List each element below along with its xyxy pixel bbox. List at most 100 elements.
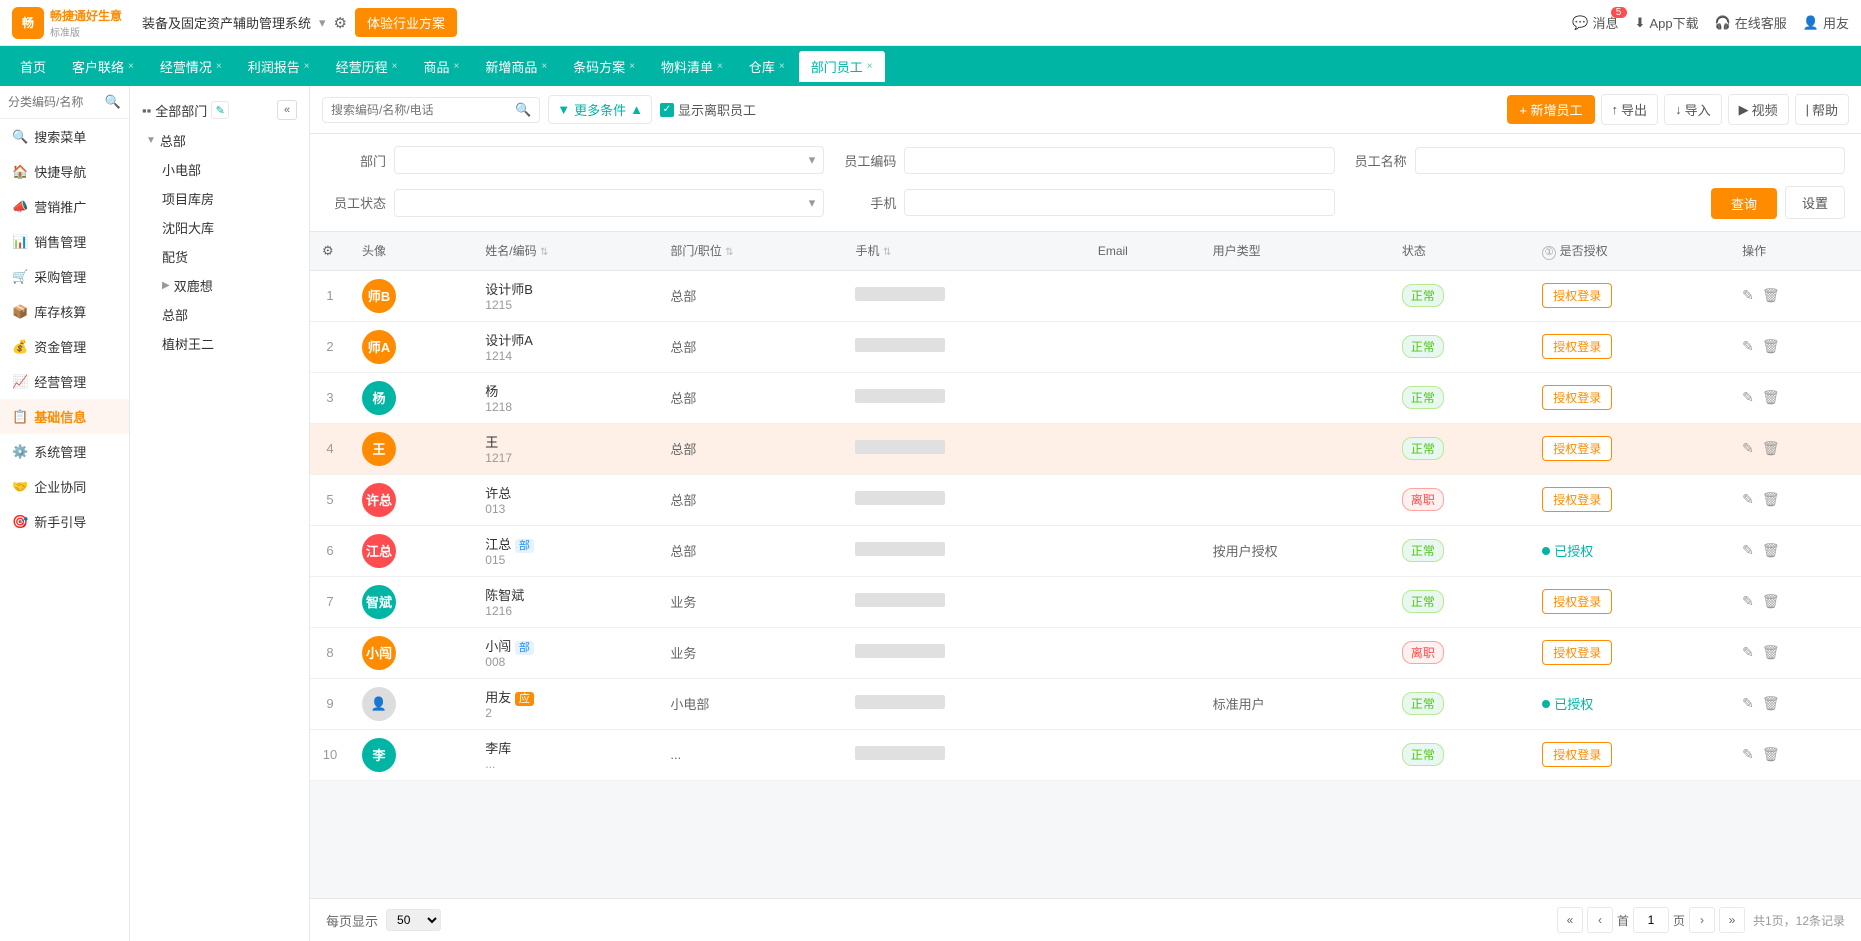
edit-icon[interactable]: ✎	[1742, 389, 1754, 406]
settings-icon[interactable]: ⚙	[322, 243, 334, 258]
edit-icon[interactable]: ✎	[1742, 542, 1754, 559]
sort-icon[interactable]: ⇅	[540, 247, 548, 258]
add-employee-button[interactable]: + 新增员工	[1507, 95, 1594, 124]
edit-icon[interactable]: ✎	[1742, 695, 1754, 712]
close-icon[interactable]: ×	[629, 61, 635, 72]
close-icon[interactable]: ×	[717, 61, 723, 72]
emp-code-input[interactable]	[904, 147, 1334, 174]
search-submit-icon[interactable]: 🔍	[515, 102, 531, 118]
tab-customer[interactable]: 客户联络 ×	[60, 51, 146, 82]
search-btn[interactable]: 查询	[1711, 188, 1777, 219]
delete-icon[interactable]: 🗑	[1762, 491, 1780, 508]
sort-icon[interactable]: ⇅	[883, 247, 891, 258]
sidebar-item-management[interactable]: 📈经营管理	[0, 364, 129, 399]
sidebar-item-sales[interactable]: 📊销售管理	[0, 224, 129, 259]
edit-icon[interactable]: ✎	[1742, 593, 1754, 610]
app-download[interactable]: ⬇ App下载	[1635, 13, 1699, 32]
export-button[interactable]: ↑ 导出	[1601, 94, 1659, 125]
close-icon[interactable]: ×	[453, 61, 459, 72]
more-button[interactable]: | 帮助	[1795, 94, 1849, 125]
authorize-btn[interactable]: 授权登录	[1542, 283, 1612, 308]
close-icon[interactable]: ×	[128, 61, 134, 72]
authorize-btn[interactable]: 授权登录	[1542, 487, 1612, 512]
tab-operation[interactable]: 经营情况 ×	[148, 51, 234, 82]
delete-icon[interactable]: 🗑	[1762, 389, 1780, 406]
delete-icon[interactable]: 🗑	[1762, 644, 1780, 661]
status-select[interactable]: ▾	[394, 189, 824, 217]
sidebar-item-collab[interactable]: 🤝企业协同	[0, 469, 129, 504]
dept-node-project-store[interactable]: 项目库房	[130, 184, 309, 213]
dept-select[interactable]: ▾	[394, 146, 824, 174]
tab-goods[interactable]: 商品 ×	[411, 51, 471, 82]
delete-icon[interactable]: 🗑	[1762, 593, 1780, 610]
dept-node-hq[interactable]: 总部	[130, 300, 309, 329]
edit-icon[interactable]: ✎	[1742, 746, 1754, 763]
dept-node-shuanglu[interactable]: ▶ 双鹿想	[130, 271, 309, 300]
authorize-btn[interactable]: 授权登录	[1542, 640, 1612, 665]
sidebar-item-basic[interactable]: 📋基础信息	[0, 399, 129, 434]
authorize-btn[interactable]: 授权登录	[1542, 589, 1612, 614]
emp-name-input[interactable]	[1415, 147, 1845, 174]
authorize-btn[interactable]: 授权登录	[1542, 334, 1612, 359]
edit-icon[interactable]: ✎	[1742, 287, 1754, 304]
tab-barcode[interactable]: 条码方案 ×	[561, 51, 647, 82]
close-icon[interactable]: ×	[216, 61, 222, 72]
dept-node-distribution[interactable]: 配货	[130, 242, 309, 271]
page-number-input[interactable]	[1633, 907, 1669, 933]
online-service[interactable]: 🎧 在线客服	[1715, 13, 1787, 32]
tab-bom[interactable]: 物料清单 ×	[649, 51, 735, 82]
edit-dept-icon[interactable]: ✎	[211, 101, 229, 119]
sidebar-item-system[interactable]: ⚙️系统管理	[0, 434, 129, 469]
close-icon[interactable]: ×	[867, 61, 873, 72]
edit-icon[interactable]: ✎	[1742, 338, 1754, 355]
edit-icon[interactable]: ✎	[1742, 491, 1754, 508]
sidebar-item-guide[interactable]: 🎯新手引导	[0, 504, 129, 539]
first-page-btn[interactable]: «	[1557, 907, 1583, 933]
import-button[interactable]: ↓ 导入	[1664, 94, 1722, 125]
more-conditions-btn[interactable]: ▼ 更多条件 ▲	[548, 95, 652, 124]
per-page-select[interactable]: 50 100 200	[386, 909, 441, 931]
show-resigned-toggle[interactable]: ✓ 显示离职员工	[660, 100, 756, 119]
sidebar-item-finance[interactable]: 💰资金管理	[0, 329, 129, 364]
tab-profit[interactable]: 利润报告 ×	[236, 51, 322, 82]
dropdown-icon[interactable]: ▾	[319, 15, 326, 31]
user-avatar[interactable]: 👤 用友	[1803, 13, 1849, 32]
prev-page-btn[interactable]: ‹	[1587, 907, 1613, 933]
tab-home[interactable]: 首页	[8, 51, 58, 82]
tab-warehouse[interactable]: 仓库 ×	[737, 51, 797, 82]
authorize-btn[interactable]: 授权登录	[1542, 385, 1612, 410]
dept-node-shenyang[interactable]: 沈阳大库	[130, 213, 309, 242]
trial-button[interactable]: 体验行业方案	[355, 8, 457, 37]
message-icon-wrap[interactable]: 💬 消息 5	[1572, 13, 1618, 32]
sidebar-item-search[interactable]: 🔍搜索菜单	[0, 119, 129, 154]
sidebar-search-input[interactable]	[8, 95, 101, 109]
view-button[interactable]: ▶ 视频	[1728, 94, 1789, 125]
sidebar-item-marketing[interactable]: 📣营销推广	[0, 189, 129, 224]
search-input[interactable]	[331, 103, 511, 117]
reset-btn[interactable]: 设置	[1785, 186, 1845, 219]
sidebar-item-nav[interactable]: 🏠快捷导航	[0, 154, 129, 189]
delete-icon[interactable]: 🗑	[1762, 746, 1780, 763]
resigned-checkbox[interactable]: ✓	[660, 103, 674, 117]
dept-node-planting[interactable]: 植树王二	[130, 329, 309, 358]
sidebar-item-purchase[interactable]: 🛒采购管理	[0, 259, 129, 294]
tab-dept-employee[interactable]: 部门员工 ×	[799, 51, 885, 82]
edit-icon[interactable]: ✎	[1742, 440, 1754, 457]
tab-new-goods[interactable]: 新增商品 ×	[473, 51, 559, 82]
authorize-btn[interactable]: 授权登录	[1542, 436, 1612, 461]
sidebar-item-stock[interactable]: 📦库存核算	[0, 294, 129, 329]
tab-history[interactable]: 经营历程 ×	[324, 51, 410, 82]
dept-node-small-elec[interactable]: 小电部	[130, 155, 309, 184]
delete-icon[interactable]: 🗑	[1762, 287, 1780, 304]
close-icon[interactable]: ×	[304, 61, 310, 72]
sort-icon[interactable]: ⇅	[725, 247, 733, 258]
delete-icon[interactable]: 🗑	[1762, 440, 1780, 457]
edit-icon[interactable]: ✎	[1742, 644, 1754, 661]
phone-input[interactable]	[904, 189, 1334, 216]
delete-icon[interactable]: 🗑	[1762, 542, 1780, 559]
close-icon[interactable]: ×	[392, 61, 398, 72]
settings-icon[interactable]: ⚙	[334, 14, 347, 32]
close-icon[interactable]: ×	[541, 61, 547, 72]
delete-icon[interactable]: 🗑	[1762, 695, 1780, 712]
delete-icon[interactable]: 🗑	[1762, 338, 1780, 355]
